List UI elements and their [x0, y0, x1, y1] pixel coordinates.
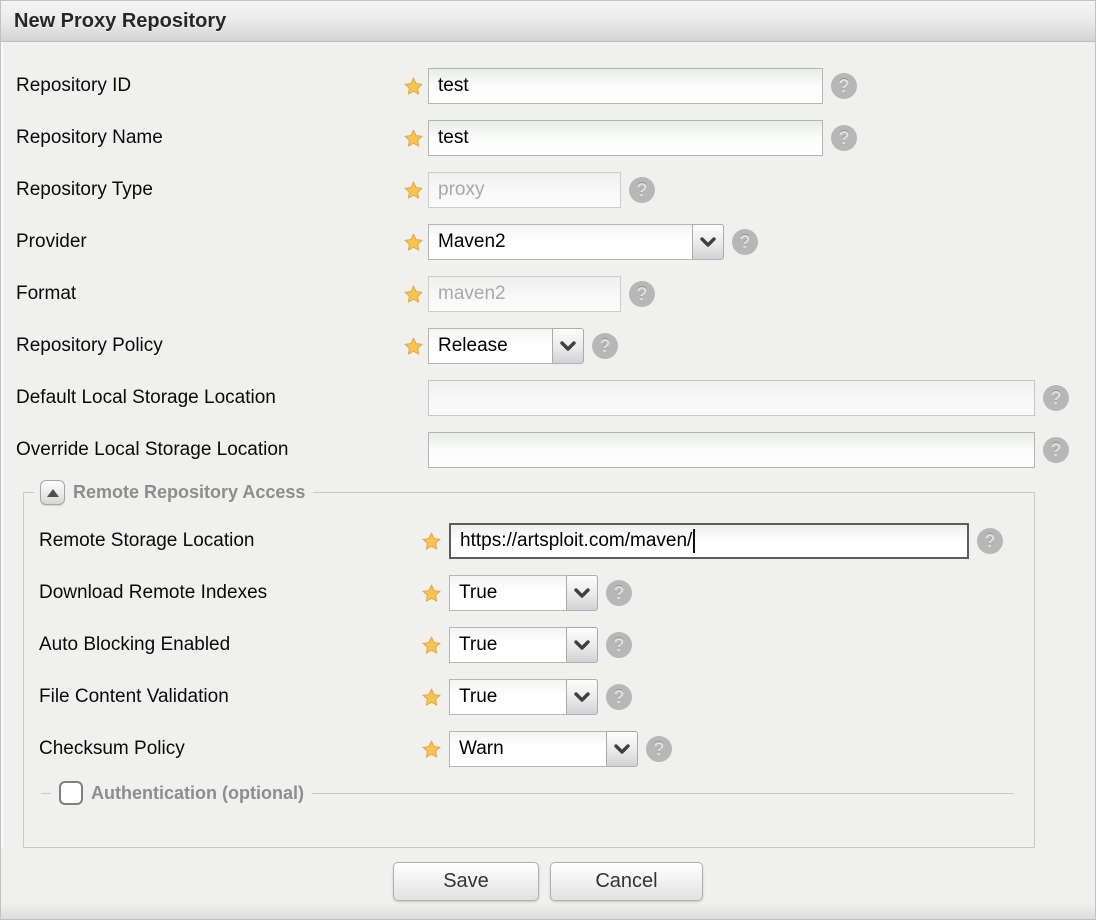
help-icon[interactable]: ?	[977, 528, 1003, 554]
field-label: Default Local Storage Location	[16, 387, 276, 408]
field-label: Auto Blocking Enabled	[39, 634, 231, 655]
help-icon[interactable]: ?	[732, 229, 758, 255]
override-storage-input[interactable]	[428, 432, 1035, 468]
auto-blocking-row: Auto Blocking Enabled True ?	[24, 619, 1034, 671]
override-storage-row: Override Local Storage Location ?	[3, 424, 1095, 476]
repository-id-input[interactable]	[428, 68, 823, 104]
authentication-checkbox[interactable]	[59, 781, 83, 805]
repository-policy-value: Release	[428, 328, 553, 364]
help-icon[interactable]: ?	[1043, 437, 1069, 463]
repository-type-input	[428, 172, 621, 208]
remote-storage-row: Remote Storage Location https://artsploi…	[24, 515, 1034, 567]
auto-blocking-select[interactable]: True	[449, 627, 598, 663]
download-remote-indexes-select[interactable]: True	[449, 575, 598, 611]
fieldset-title: Remote Repository Access	[73, 482, 306, 502]
file-content-validation-value: True	[449, 679, 567, 715]
file-content-validation-row: File Content Validation True ?	[24, 671, 1034, 723]
page-title: New Proxy Repository	[1, 1, 1095, 42]
collapse-arrow-icon	[46, 488, 59, 497]
repository-policy-row: Repository Policy Release ?	[3, 320, 1095, 372]
fieldset-legend: Authentication (optional)	[51, 781, 312, 805]
provider-select[interactable]: Maven2	[428, 224, 724, 260]
checksum-policy-select[interactable]: Warn	[449, 731, 638, 767]
fieldset-title: Authentication (optional)	[91, 782, 304, 803]
repository-type-row: Repository Type ?	[3, 164, 1095, 216]
default-storage-row: Default Local Storage Location ?	[3, 372, 1095, 424]
form-body: Repository ID ? Repository Name ? Reposi…	[1, 42, 1095, 848]
required-star-icon	[403, 76, 423, 96]
help-icon[interactable]: ?	[831, 125, 857, 151]
new-proxy-repository-panel: New Proxy Repository Repository ID ? Rep…	[0, 0, 1096, 920]
star-spacer	[403, 440, 423, 460]
provider-row: Provider Maven2 ?	[3, 216, 1095, 268]
field-label: Provider	[16, 231, 87, 252]
repository-name-input[interactable]	[428, 120, 823, 156]
chevron-down-icon[interactable]	[566, 627, 598, 663]
text-caret	[693, 529, 696, 553]
help-icon[interactable]: ?	[629, 281, 655, 307]
checksum-policy-value: Warn	[449, 731, 607, 767]
checksum-policy-row: Checksum Policy Warn ?	[24, 723, 1034, 775]
chevron-down-icon[interactable]	[566, 679, 598, 715]
required-star-icon	[403, 180, 423, 200]
field-label: Checksum Policy	[39, 738, 185, 759]
help-icon[interactable]: ?	[646, 736, 672, 762]
required-star-icon	[421, 531, 441, 551]
field-label: Repository Name	[16, 127, 163, 148]
field-label: Repository Type	[16, 179, 153, 200]
chevron-down-icon[interactable]	[606, 731, 638, 767]
save-button[interactable]: Save	[393, 862, 539, 901]
required-star-icon	[421, 687, 441, 707]
help-icon[interactable]: ?	[1043, 385, 1069, 411]
button-bar: Save Cancel	[1, 849, 1095, 919]
required-star-icon	[421, 583, 441, 603]
remote-storage-value: https://artsploit.com/maven/	[460, 530, 693, 551]
field-label: Remote Storage Location	[39, 530, 255, 551]
field-label: Override Local Storage Location	[16, 439, 289, 460]
format-input	[428, 276, 621, 312]
download-remote-indexes-row: Download Remote Indexes True ?	[24, 567, 1034, 619]
chevron-down-icon[interactable]	[692, 224, 724, 260]
help-icon[interactable]: ?	[629, 177, 655, 203]
cancel-button[interactable]: Cancel	[550, 862, 703, 901]
star-spacer	[403, 388, 423, 408]
auto-blocking-value: True	[449, 627, 567, 663]
required-star-icon	[403, 128, 423, 148]
remote-storage-input[interactable]: https://artsploit.com/maven/	[449, 523, 969, 559]
help-icon[interactable]: ?	[831, 73, 857, 99]
repository-id-row: Repository ID ?	[3, 60, 1095, 112]
field-label: File Content Validation	[39, 686, 229, 707]
chevron-down-icon[interactable]	[566, 575, 598, 611]
remote-repository-access-fieldset: Remote Repository Access Remote Storage …	[23, 480, 1035, 848]
download-remote-indexes-value: True	[449, 575, 567, 611]
chevron-down-icon[interactable]	[552, 328, 584, 364]
help-icon[interactable]: ?	[606, 580, 632, 606]
required-star-icon	[403, 232, 423, 252]
file-content-validation-select[interactable]: True	[449, 679, 598, 715]
required-star-icon	[403, 284, 423, 304]
help-icon[interactable]: ?	[606, 632, 632, 658]
repository-policy-select[interactable]: Release	[428, 328, 584, 364]
field-label: Format	[16, 283, 77, 304]
required-star-icon	[403, 336, 423, 356]
authentication-fieldset: Authentication (optional)	[41, 781, 1014, 831]
default-storage-input	[428, 380, 1035, 416]
collapse-fieldset-button[interactable]	[40, 480, 65, 505]
required-star-icon	[421, 635, 441, 655]
field-label: Repository Policy	[16, 335, 163, 356]
help-icon[interactable]: ?	[606, 684, 632, 710]
fieldset-legend: Remote Repository Access	[34, 480, 313, 505]
field-label: Repository ID	[16, 75, 132, 96]
provider-select-value: Maven2	[428, 224, 693, 260]
help-icon[interactable]: ?	[592, 333, 618, 359]
format-row: Format ?	[3, 268, 1095, 320]
field-label: Download Remote Indexes	[39, 582, 268, 603]
repository-name-row: Repository Name ?	[3, 112, 1095, 164]
required-star-icon	[421, 739, 441, 759]
